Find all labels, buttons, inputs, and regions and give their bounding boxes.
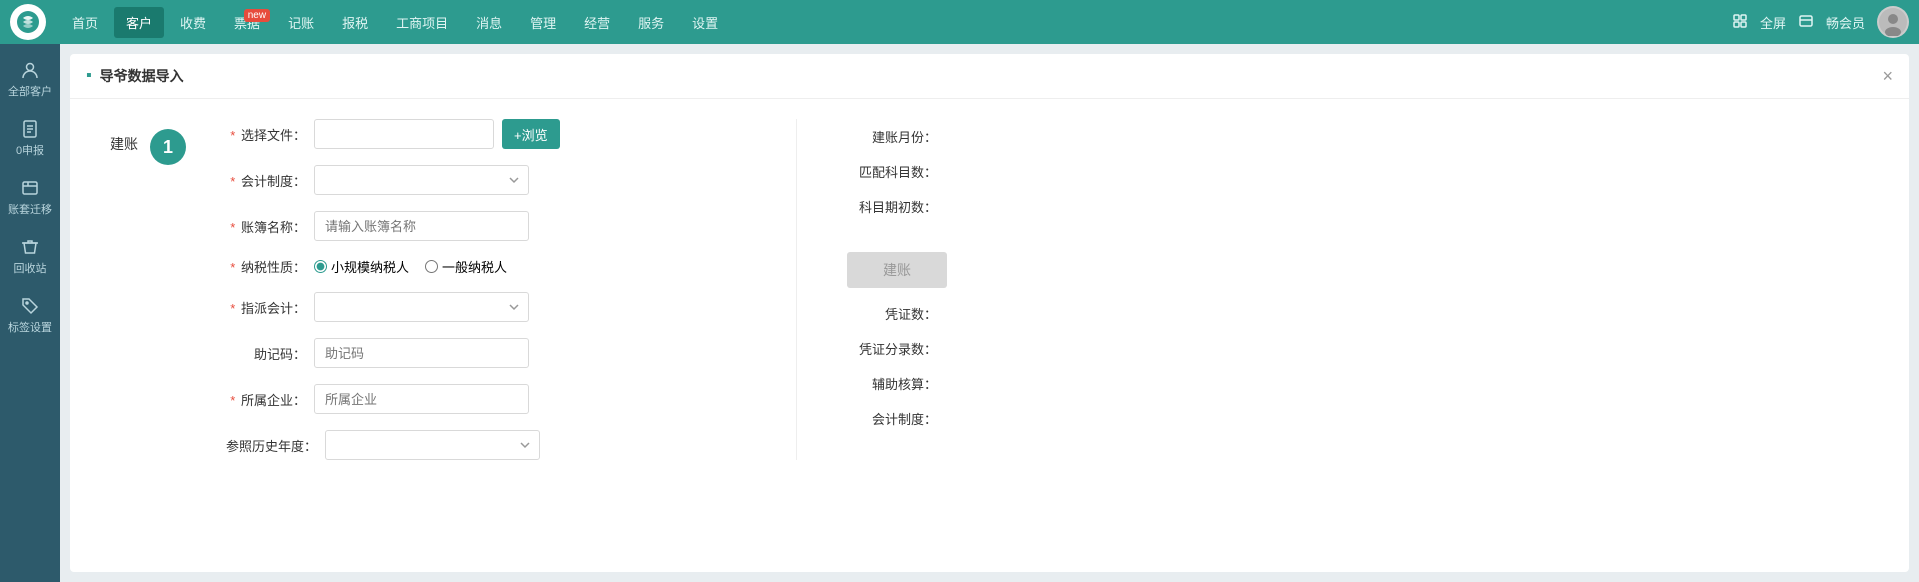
- aux-accounting-label: 辅助核算：: [847, 374, 937, 393]
- new-badge: new: [244, 9, 270, 22]
- memo-row: 助记码：: [226, 338, 746, 368]
- right-accounting-system-row: 会计制度：: [847, 409, 1047, 428]
- voucher-entries-label: 凭证分录数：: [847, 339, 937, 358]
- form-grid: * 选择文件： +浏览 * 会计制度：: [226, 119, 746, 460]
- sidebar-item-tags[interactable]: 标签设置: [0, 288, 60, 343]
- history-year-row: 参照历史年度：: [226, 430, 746, 460]
- memo-label: 助记码：: [226, 344, 306, 363]
- member-label[interactable]: 畅会员: [1826, 13, 1865, 32]
- assign-accountant-label: * 指派会计：: [226, 298, 306, 317]
- build-month-label: 建账月份：: [847, 127, 937, 146]
- nav-manage[interactable]: 管理: [518, 7, 568, 38]
- member-icon: [1798, 13, 1814, 32]
- sidebar-item-declaration[interactable]: 0申报: [0, 111, 60, 166]
- voucher-label: 凭证数：: [847, 304, 937, 323]
- history-year-label: 参照历史年度：: [226, 436, 317, 455]
- nav-settings[interactable]: 设置: [680, 7, 730, 38]
- nav-operation[interactable]: 经营: [572, 7, 622, 38]
- match-subject-label: 匹配科目数：: [847, 162, 937, 181]
- build-month-row: 建账月份：: [847, 127, 1047, 146]
- nav-tax[interactable]: 报税: [330, 7, 380, 38]
- aux-accounting-row: 辅助核算：: [847, 374, 1047, 393]
- panel-header: ▪ 导爷数据导入: [70, 54, 1909, 99]
- right-accounting-system-label: 会计制度：: [847, 409, 937, 428]
- fullscreen-btn[interactable]: [1732, 13, 1748, 32]
- nav-bookkeeping[interactable]: 记账: [276, 7, 326, 38]
- nav-service[interactable]: 服务: [626, 7, 676, 38]
- avatar[interactable]: [1877, 6, 1909, 38]
- close-button[interactable]: ×: [1882, 66, 1893, 87]
- subject-init-row: 科目期初数：: [847, 197, 1047, 216]
- tax-nature-row: * 纳税性质： 小规模纳税人 一般纳税人: [226, 257, 746, 276]
- sidebar: 全部客户 0申报 账套迁移 回收站 标签设置: [0, 44, 60, 582]
- panel: ▪ 导爷数据导入 × 建账 1 * 选择文件：: [70, 54, 1909, 572]
- accounting-system-select[interactable]: [314, 165, 529, 195]
- file-row: * 选择文件： +浏览: [226, 119, 746, 149]
- subject-init-label: 科目期初数：: [847, 197, 937, 216]
- company-label: * 所属企业：: [226, 390, 306, 409]
- build-btn-container: 建账: [847, 252, 1047, 288]
- file-label: * 选择文件：: [226, 125, 306, 144]
- top-nav-right: 全屏 畅会员: [1732, 6, 1909, 38]
- assign-accountant-row: * 指派会计：: [226, 292, 746, 322]
- form-container: 建账 1 * 选择文件： +浏览 *: [70, 99, 1909, 480]
- accounting-system-label: * 会计制度：: [226, 171, 306, 190]
- ledger-name-row: * 账簿名称：: [226, 211, 746, 241]
- tax-radio-group: 小规模纳税人 一般纳税人: [314, 257, 507, 276]
- history-year-select[interactable]: [325, 430, 540, 460]
- sidebar-item-all-clients[interactable]: 全部客户: [0, 52, 60, 107]
- fullscreen-label[interactable]: 全屏: [1760, 13, 1786, 32]
- step-circle: 1: [150, 129, 186, 165]
- browse-button[interactable]: +浏览: [502, 119, 560, 149]
- tax-small-radio[interactable]: 小规模纳税人: [314, 257, 409, 276]
- company-row: * 所属企业：: [226, 384, 746, 414]
- ledger-name-label: * 账簿名称：: [226, 217, 306, 236]
- company-input[interactable]: [314, 384, 529, 414]
- required-mark: *: [230, 128, 235, 143]
- top-nav: 首页 客户 收费 票据 new 记账 报税 工商项目 消息 管理 经营 服务 设…: [0, 0, 1919, 44]
- tax-nature-label: * 纳税性质：: [226, 257, 306, 276]
- accounting-system-row: * 会计制度：: [226, 165, 746, 195]
- memo-input[interactable]: [314, 338, 529, 368]
- sidebar-item-trash[interactable]: 回收站: [0, 229, 60, 284]
- form-divider: [796, 119, 797, 460]
- build-button[interactable]: 建账: [847, 252, 947, 288]
- sidebar-item-migration[interactable]: 账套迁移: [0, 170, 60, 225]
- panel-icon: ▪: [86, 67, 92, 85]
- nav-home[interactable]: 首页: [60, 7, 110, 38]
- logo[interactable]: [10, 4, 46, 40]
- nav-business[interactable]: 工商项目: [384, 7, 460, 38]
- nav-client[interactable]: 客户: [114, 7, 164, 38]
- voucher-entries-row: 凭证分录数：: [847, 339, 1047, 358]
- nav-message[interactable]: 消息: [464, 7, 514, 38]
- form-left: 建账 1: [110, 119, 186, 460]
- match-subject-row: 匹配科目数：: [847, 162, 1047, 181]
- right-info: 建账月份： 匹配科目数： 科目期初数： 建账 凭证数：: [847, 119, 1047, 460]
- file-input[interactable]: [314, 119, 494, 149]
- voucher-row: 凭证数：: [847, 304, 1047, 323]
- nav-ticket[interactable]: 票据 new: [222, 7, 272, 38]
- tax-general-radio[interactable]: 一般纳税人: [425, 257, 507, 276]
- main-content: ▪ 导爷数据导入 × 建账 1 * 选择文件：: [60, 44, 1919, 582]
- ledger-name-input[interactable]: [314, 211, 529, 241]
- nav-charge[interactable]: 收费: [168, 7, 218, 38]
- step-label: 建账: [110, 134, 138, 154]
- assign-accountant-select[interactable]: [314, 292, 529, 322]
- panel-title: 导爷数据导入: [100, 66, 184, 86]
